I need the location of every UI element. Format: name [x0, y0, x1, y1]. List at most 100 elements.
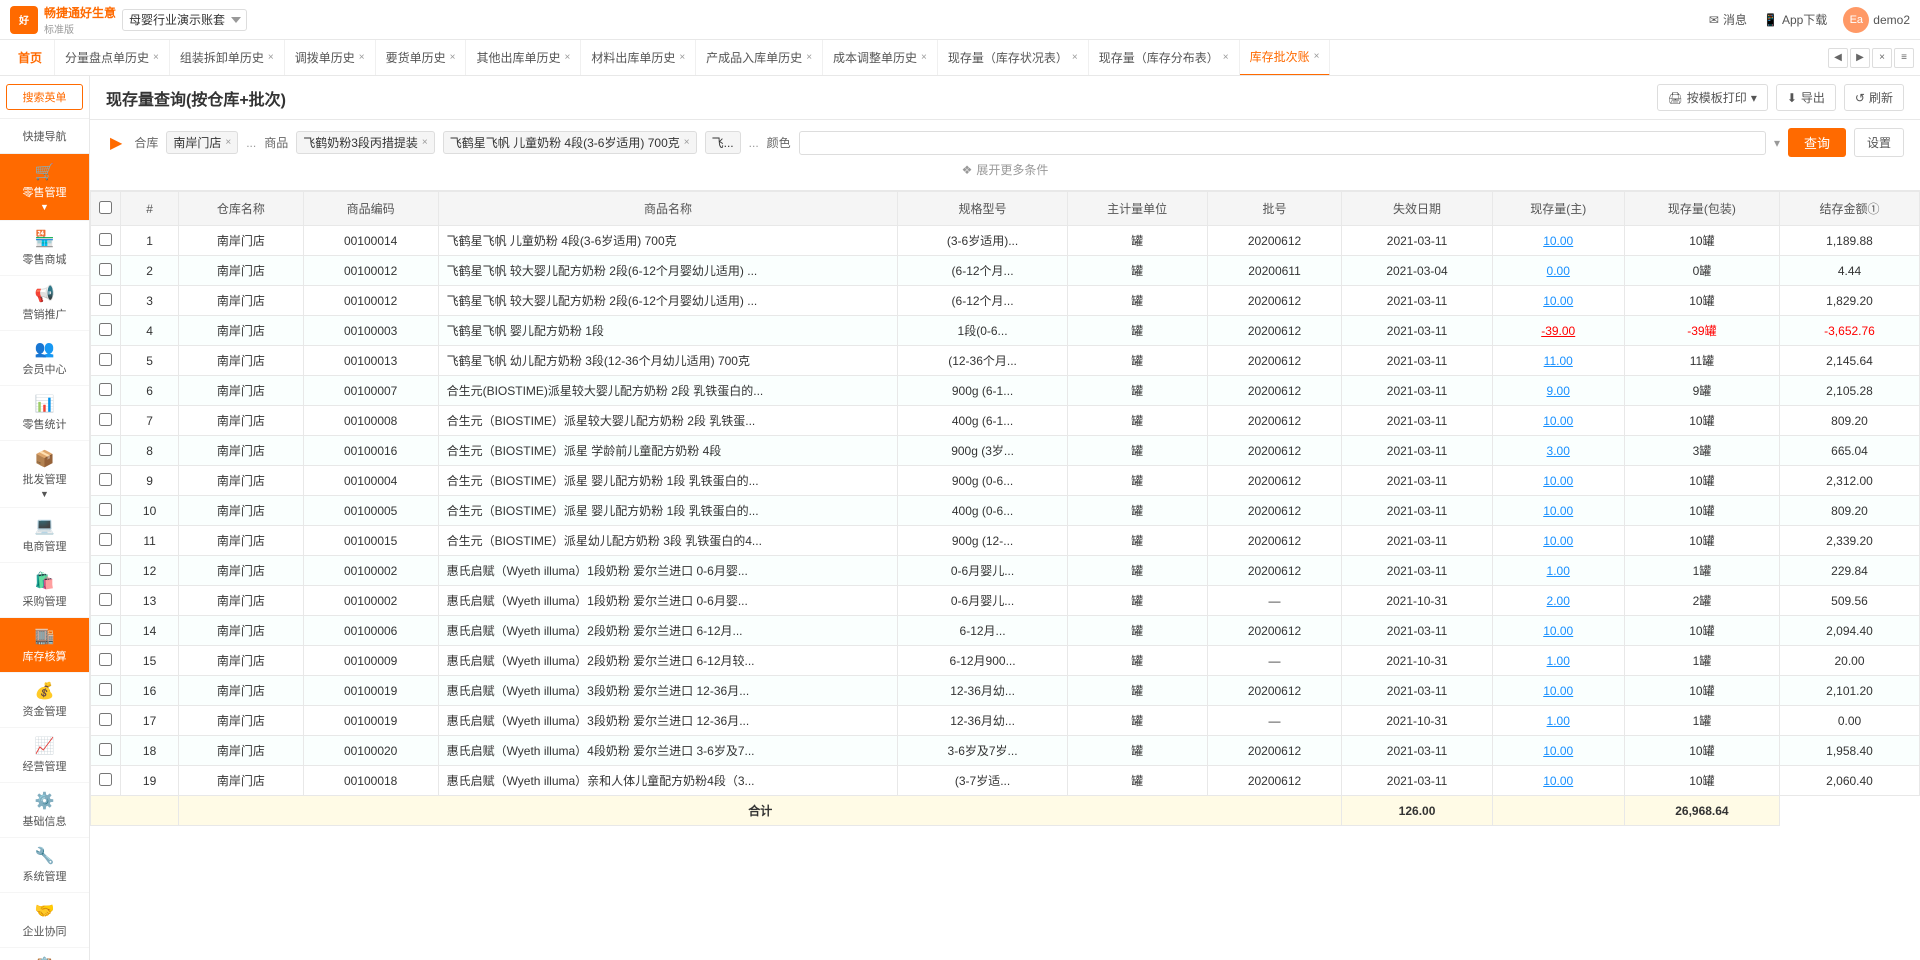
row-stock[interactable]: 1.00 [1492, 706, 1624, 736]
tab-zuchai-close[interactable]: × [268, 52, 274, 63]
export-btn[interactable]: ⬇ 导出 [1776, 84, 1836, 111]
row-checkbox[interactable] [99, 623, 112, 636]
quick-nav-btn[interactable]: 快捷导航 [0, 123, 89, 149]
row-stock[interactable]: 2.00 [1492, 586, 1624, 616]
select-all-checkbox[interactable] [99, 201, 112, 214]
sidebar-item-inventory[interactable]: 🏬 库存核算 [0, 618, 89, 673]
sidebar-item-enterprise[interactable]: 🤝 企业协同 [0, 893, 89, 948]
row-stock[interactable]: -39.00 [1492, 316, 1624, 346]
app-download-btn[interactable]: 📱 App下载 [1763, 11, 1827, 28]
sidebar-item-marketing[interactable]: 📢 营销推广 [0, 276, 89, 331]
message-btn[interactable]: ✉ 消息 [1709, 11, 1747, 28]
row-stock[interactable]: 10.00 [1492, 466, 1624, 496]
row-checkbox[interactable] [99, 653, 112, 666]
row-checkbox[interactable] [99, 503, 112, 516]
setting-btn[interactable]: 设置 [1854, 128, 1904, 157]
sidebar-item-ecommerce[interactable]: 💻 电商管理 [0, 508, 89, 563]
tab-chengbendan-close[interactable]: × [921, 52, 927, 63]
goods-more[interactable]: ... [749, 136, 759, 150]
tab-fenpan-close[interactable]: × [153, 52, 159, 63]
sidebar-item-purchase[interactable]: 🛍️ 采购管理 [0, 563, 89, 618]
sidebar-item-guide[interactable]: 📋 新手引导 [0, 948, 89, 960]
filter-expand-btn[interactable]: ▶ [106, 133, 126, 153]
row-checkbox[interactable] [99, 263, 112, 276]
row-stock[interactable]: 10.00 [1492, 736, 1624, 766]
account-select[interactable]: 母婴行业演示账套 [122, 9, 247, 31]
warehouse-tag-remove[interactable]: × [225, 137, 231, 148]
tab-tiaobo[interactable]: 调拨单历史× [285, 40, 376, 76]
tab-chengbendan[interactable]: 成本调整单历史× [823, 40, 938, 76]
row-checkbox[interactable] [99, 413, 112, 426]
tab-yaohuo-close[interactable]: × [450, 52, 456, 63]
sidebar-item-finance[interactable]: 💰 资金管理 [0, 673, 89, 728]
goods-tag-2-remove[interactable]: × [684, 137, 690, 148]
row-checkbox[interactable] [99, 773, 112, 786]
row-stock[interactable]: 10.00 [1492, 526, 1624, 556]
warehouse-more[interactable]: ... [246, 136, 256, 150]
tab-home[interactable]: 首页 [6, 40, 55, 76]
tab-chanpinruku-close[interactable]: × [806, 52, 812, 63]
tab-tiaobo-close[interactable]: × [359, 52, 365, 63]
row-stock[interactable]: 1.00 [1492, 556, 1624, 586]
tab-pici-close[interactable]: × [1314, 51, 1320, 62]
row-stock[interactable]: 10.00 [1492, 496, 1624, 526]
sidebar-item-wholesale[interactable]: 📦 批发管理 ▼ [0, 441, 89, 508]
row-checkbox[interactable] [99, 233, 112, 246]
tab-qitachuku[interactable]: 其他出库单历史× [466, 40, 581, 76]
tab-xianzaikucun1-close[interactable]: × [1072, 52, 1078, 63]
template-print-btn[interactable]: 🖨 按模板打印 ▾ [1657, 84, 1768, 111]
sidebar-item-basic[interactable]: ⚙️ 基础信息 [0, 783, 89, 838]
tab-zuchai[interactable]: 组装拆卸单历史× [170, 40, 285, 76]
tab-more-btn[interactable]: ≡ [1894, 48, 1914, 68]
tab-cailiaochu-close[interactable]: × [679, 52, 685, 63]
tab-qitachuku-close[interactable]: × [564, 52, 570, 63]
query-btn[interactable]: 查询 [1788, 128, 1846, 157]
row-checkbox[interactable] [99, 323, 112, 336]
user-area[interactable]: Ea demo2 [1843, 7, 1910, 33]
color-input[interactable] [799, 131, 1766, 155]
sidebar-item-retail-mgmt[interactable]: 🛒 零售管理 ▼ [0, 154, 89, 221]
row-stock[interactable]: 10.00 [1492, 286, 1624, 316]
row-checkbox[interactable] [99, 383, 112, 396]
tab-close-btn[interactable]: × [1872, 48, 1892, 68]
tab-chanpinruku[interactable]: 产成品入库单历史× [696, 40, 823, 76]
expand-more-btn[interactable]: ❖ 展开更多条件 [962, 161, 1049, 178]
row-stock[interactable]: 10.00 [1492, 406, 1624, 436]
row-stock[interactable]: 0.00 [1492, 256, 1624, 286]
row-checkbox[interactable] [99, 533, 112, 546]
row-checkbox[interactable] [99, 713, 112, 726]
tab-xianzaikucun2-close[interactable]: × [1223, 52, 1229, 63]
tab-prev-btn[interactable]: ◀ [1828, 48, 1848, 68]
tab-xianzaikucun1[interactable]: 现存量（库存状况表）× [938, 40, 1089, 76]
goods-tag-1-remove[interactable]: × [422, 137, 428, 148]
color-dropdown-icon[interactable]: ▾ [1774, 136, 1780, 150]
row-checkbox[interactable] [99, 353, 112, 366]
tab-next-btn[interactable]: ▶ [1850, 48, 1870, 68]
row-stock[interactable]: 10.00 [1492, 676, 1624, 706]
row-checkbox[interactable] [99, 563, 112, 576]
tab-cailiaochu[interactable]: 材料出库单历史× [581, 40, 696, 76]
row-checkbox[interactable] [99, 683, 112, 696]
row-stock[interactable]: 9.00 [1492, 376, 1624, 406]
row-stock[interactable]: 3.00 [1492, 436, 1624, 466]
sidebar-item-business[interactable]: 📈 经营管理 [0, 728, 89, 783]
row-checkbox[interactable] [99, 293, 112, 306]
refresh-btn[interactable]: ↺ 刷新 [1844, 84, 1904, 111]
sidebar-item-retail-shop[interactable]: 🏪 零售商城 [0, 221, 89, 276]
row-stock[interactable]: 10.00 [1492, 226, 1624, 256]
row-checkbox[interactable] [99, 743, 112, 756]
search-menu-btn[interactable]: 搜索英单 [6, 84, 83, 110]
row-stock[interactable]: 1.00 [1492, 646, 1624, 676]
row-checkbox[interactable] [99, 473, 112, 486]
tab-fenpan[interactable]: 分量盘点单历史× [55, 40, 170, 76]
tab-yaohuo[interactable]: 要货单历史× [376, 40, 467, 76]
row-stock[interactable]: 10.00 [1492, 616, 1624, 646]
row-stock[interactable]: 11.00 [1492, 346, 1624, 376]
sidebar-item-member[interactable]: 👥 会员中心 [0, 331, 89, 386]
tab-xianzaikucun2[interactable]: 现存量（库存分布表）× [1089, 40, 1240, 76]
row-checkbox[interactable] [99, 443, 112, 456]
row-stock[interactable]: 10.00 [1492, 766, 1624, 796]
tab-pici[interactable]: 库存批次账× [1240, 40, 1331, 76]
sidebar-item-system[interactable]: 🔧 系统管理 [0, 838, 89, 893]
row-checkbox[interactable] [99, 593, 112, 606]
